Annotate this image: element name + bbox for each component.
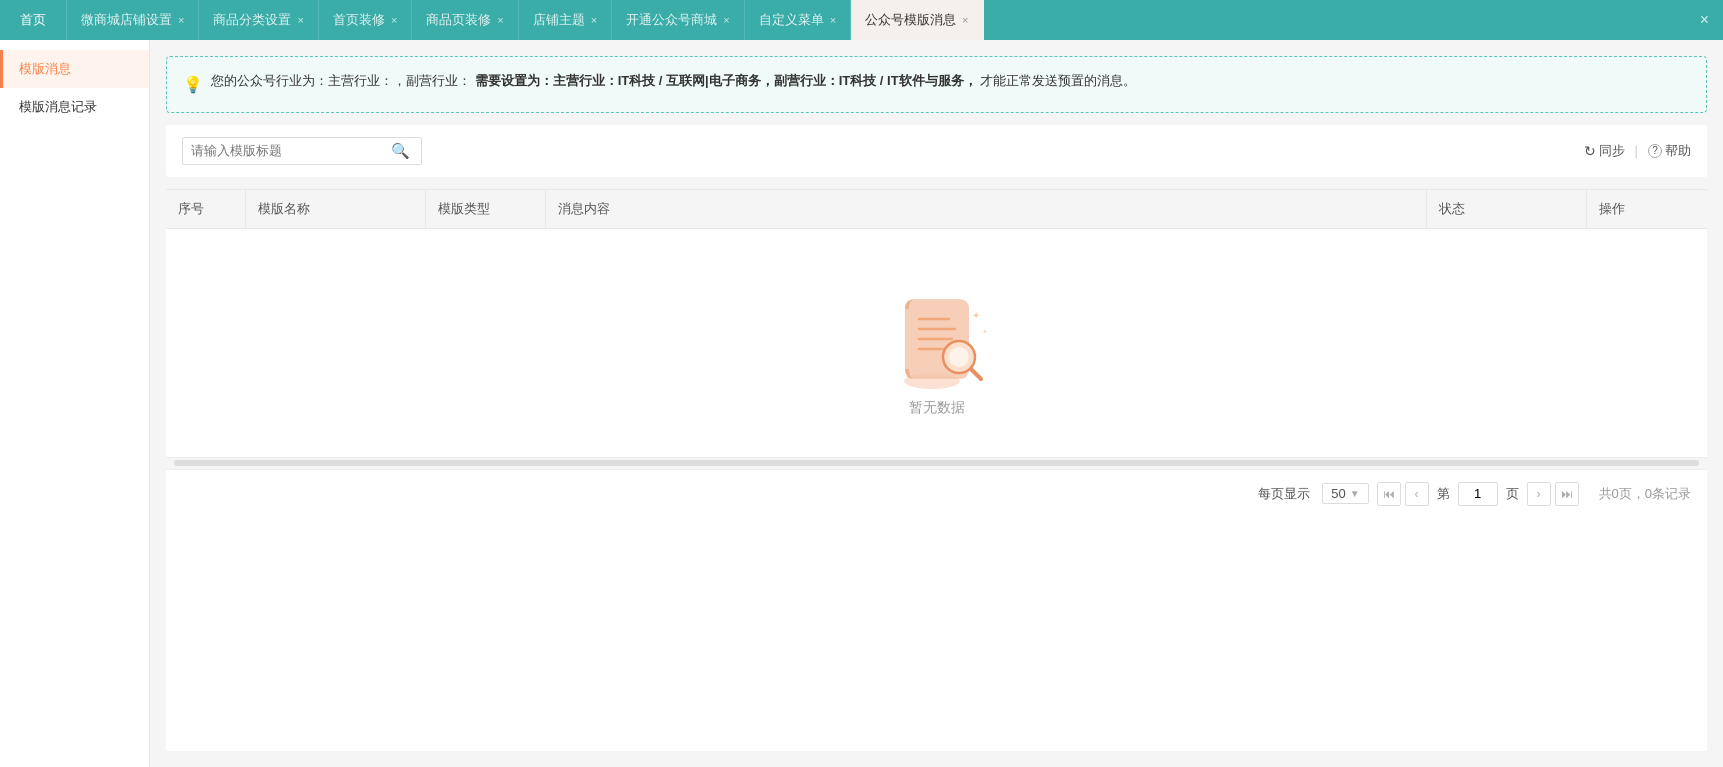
sidebar-item-template-msg[interactable]: 模版消息	[0, 50, 149, 88]
store-settings-label: 微商城店铺设置	[81, 11, 172, 29]
per-page-value: 50	[1331, 486, 1345, 501]
empty-illustration: ✦ ✦	[877, 289, 997, 399]
table-wrap: 序号 模版名称 模版类型 消息内容 状态 操作	[166, 189, 1707, 751]
last-page-button[interactable]: ⏭	[1555, 482, 1579, 506]
sync-help-area: ↻ 同步 | ? 帮助	[1584, 142, 1691, 160]
notice-box: 💡 您的公众号行业为：主营行业：，副营行业： 需要设置为：主营行业：IT科技 /…	[166, 56, 1707, 113]
notice-highlight: 需要设置为：主营行业：IT科技 / 互联网|电子商务，副营行业：IT科技 / I…	[475, 73, 977, 88]
divider: |	[1635, 143, 1638, 158]
th-content: 消息内容	[546, 190, 1427, 228]
help-button[interactable]: ? 帮助	[1648, 142, 1691, 160]
custom-menu-label: 自定义菜单	[759, 11, 824, 29]
empty-state: ✦ ✦ 暂无数据	[166, 229, 1707, 457]
chevron-down-icon: ▼	[1350, 488, 1360, 499]
nav-tab-home[interactable]: 首页	[0, 0, 67, 40]
sidebar-label-template-msg: 模版消息	[19, 61, 71, 76]
product-decor-label: 商品页装修	[426, 11, 491, 29]
global-close-button[interactable]: ×	[1686, 0, 1723, 40]
open-mall-label: 开通公众号商城	[626, 11, 717, 29]
sync-label: 同步	[1599, 142, 1625, 160]
sidebar: 模版消息 模版消息记录	[0, 40, 150, 767]
close-store-settings[interactable]: ×	[178, 14, 184, 26]
top-nav: 首页 微商城店铺设置 × 商品分类设置 × 首页装修 × 商品页装修 × 店铺主…	[0, 0, 1723, 40]
total-info: 共0页，0条记录	[1599, 485, 1691, 503]
sidebar-item-template-msg-record[interactable]: 模版消息记录	[0, 88, 149, 126]
horizontal-scrollbar[interactable]	[166, 457, 1707, 469]
nav-tab-template-msg[interactable]: 公众号模版消息 ×	[851, 0, 983, 40]
sync-icon: ↻	[1584, 143, 1596, 159]
per-page-label: 每页显示	[1258, 485, 1310, 503]
page-suffix: 页	[1506, 485, 1519, 503]
th-index: 序号	[166, 190, 246, 228]
category-settings-label: 商品分类设置	[213, 11, 291, 29]
help-icon: ?	[1648, 144, 1662, 158]
close-homepage-decor[interactable]: ×	[391, 14, 397, 26]
scroll-track[interactable]	[174, 460, 1699, 466]
svg-line-7	[971, 369, 981, 379]
th-content-label: 消息内容	[558, 201, 610, 216]
search-input[interactable]	[191, 143, 391, 158]
close-open-mall[interactable]: ×	[723, 14, 729, 26]
nav-tab-store-theme[interactable]: 店铺主题 ×	[519, 0, 612, 40]
store-theme-label: 店铺主题	[533, 11, 585, 29]
main-layout: 模版消息 模版消息记录 💡 您的公众号行业为：主营行业：，副营行业： 需要设置为…	[0, 40, 1723, 767]
sidebar-label-template-msg-record: 模版消息记录	[19, 99, 97, 114]
close-template-msg[interactable]: ×	[962, 14, 968, 26]
template-msg-label: 公众号模版消息	[865, 11, 956, 29]
per-page-select[interactable]: 50 ▼	[1322, 483, 1368, 504]
nav-tab-category-settings[interactable]: 商品分类设置 ×	[199, 0, 318, 40]
nav-tab-open-mall[interactable]: 开通公众号商城 ×	[612, 0, 744, 40]
th-action: 操作	[1587, 190, 1707, 228]
notice-text-after: 才能正常发送预置的消息。	[980, 73, 1136, 88]
nav-tab-product-decor[interactable]: 商品页装修 ×	[412, 0, 518, 40]
th-name-label: 模版名称	[258, 201, 310, 216]
th-index-label: 序号	[178, 201, 204, 216]
content-area: 💡 您的公众号行业为：主营行业：，副营行业： 需要设置为：主营行业：IT科技 /…	[150, 40, 1723, 767]
first-page-button[interactable]: ⏮	[1377, 482, 1401, 506]
svg-point-6	[949, 347, 969, 367]
table-header: 序号 模版名称 模版类型 消息内容 状态 操作	[166, 189, 1707, 229]
page-label: 第	[1437, 485, 1450, 503]
th-type-label: 模版类型	[438, 201, 490, 216]
search-button[interactable]: 🔍	[391, 142, 410, 160]
search-bar: 🔍 ↻ 同步 | ? 帮助	[166, 125, 1707, 177]
notice-text: 您的公众号行业为：主营行业：，副营行业： 需要设置为：主营行业：IT科技 / 互…	[211, 71, 1136, 92]
svg-text:✦: ✦	[972, 310, 980, 321]
empty-text: 暂无数据	[909, 399, 965, 417]
current-page-input[interactable]	[1458, 482, 1498, 506]
page-nav: ⏮ ‹ 第 页 › ⏭	[1377, 482, 1579, 506]
next-page-button[interactable]: ›	[1527, 482, 1551, 506]
notice-text-before: 您的公众号行业为：主营行业：，副营行业：	[211, 73, 471, 88]
svg-text:✦: ✦	[982, 328, 988, 335]
th-action-label: 操作	[1599, 201, 1625, 216]
close-store-theme[interactable]: ×	[591, 14, 597, 26]
close-custom-menu[interactable]: ×	[830, 14, 836, 26]
sync-button[interactable]: ↻ 同步	[1584, 142, 1625, 160]
th-status-label: 状态	[1439, 201, 1465, 216]
help-label: 帮助	[1665, 142, 1691, 160]
bulb-icon: 💡	[183, 72, 203, 98]
th-name: 模版名称	[246, 190, 426, 228]
close-all-icon: ×	[1700, 11, 1709, 29]
home-tab-label: 首页	[20, 11, 46, 29]
th-status: 状态	[1427, 190, 1587, 228]
search-input-wrap: 🔍	[182, 137, 422, 165]
close-category-settings[interactable]: ×	[297, 14, 303, 26]
pagination: 每页显示 50 ▼ ⏮ ‹ 第 页 › ⏭ 共0页，0条记录	[166, 469, 1707, 518]
nav-tab-custom-menu[interactable]: 自定义菜单 ×	[745, 0, 851, 40]
prev-page-button[interactable]: ‹	[1405, 482, 1429, 506]
th-type: 模版类型	[426, 190, 546, 228]
homepage-decor-label: 首页装修	[333, 11, 385, 29]
nav-tab-store-settings[interactable]: 微商城店铺设置 ×	[67, 0, 199, 40]
nav-tab-homepage-decor[interactable]: 首页装修 ×	[319, 0, 412, 40]
close-product-decor[interactable]: ×	[497, 14, 503, 26]
